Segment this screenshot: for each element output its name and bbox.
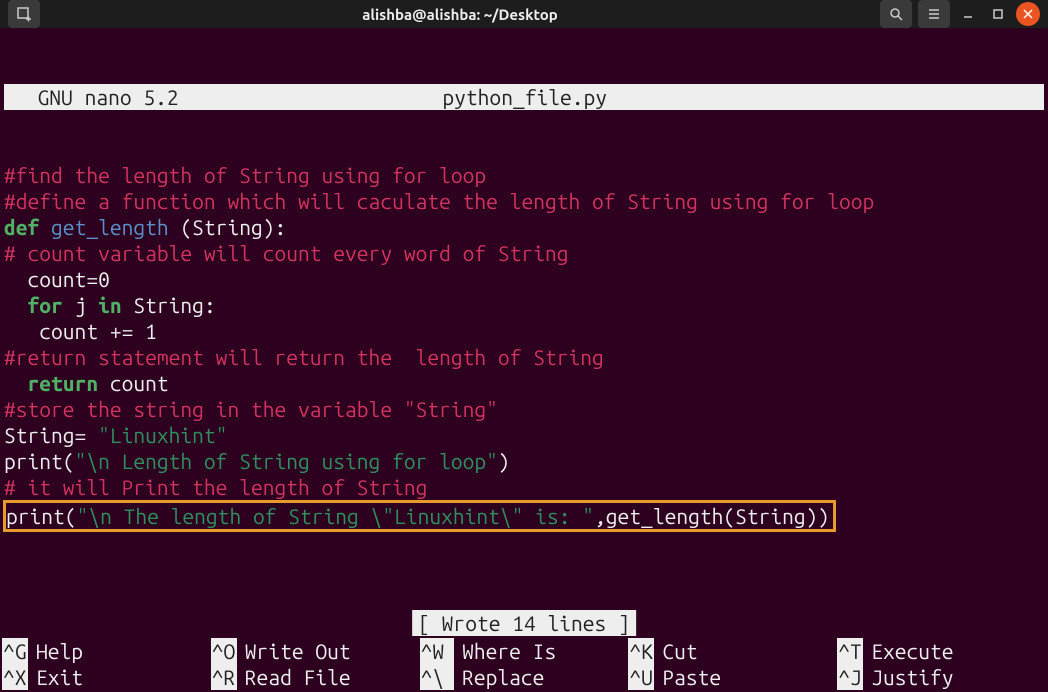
code-line: # it will Print the length of String [4, 475, 427, 499]
string-literal: "\n The length of String \"Linuxhint\" i… [77, 504, 594, 528]
shortcut-label: Execute [871, 638, 953, 664]
code-text: String= [4, 423, 98, 447]
keyword-for: for [28, 293, 63, 317]
code-line: count=0 [4, 267, 110, 291]
shortcut-writeout: ^O Write Out [211, 638, 420, 664]
shortcut-key: ^U [628, 664, 654, 690]
shortcut-key: ^\ [420, 664, 455, 690]
nano-shortcuts: ^G Help ^O Write Out ^W Where Is ^K Cut ^T Ex… [0, 638, 1048, 690]
code-text: ,get_length(String)) [594, 504, 829, 528]
shortcut-justify: ^J Justify [837, 664, 1046, 690]
titlebar: alishba@alishba: ~/Desktop [0, 0, 1048, 28]
code-line: # count variable will count every word o… [4, 241, 568, 265]
code-line: #define a function which will caculate t… [4, 189, 874, 213]
shortcut-key: ^R [211, 664, 237, 690]
code-text: j [63, 293, 98, 317]
maximize-button[interactable] [986, 2, 1010, 26]
shortcut-help: ^G Help [2, 638, 211, 664]
shortcut-label: Exit [36, 664, 83, 690]
terminal-window: alishba@alishba: ~/Desktop GNU nano 5.2 … [0, 0, 1048, 674]
shortcut-label: Paste [662, 664, 721, 690]
minimize-button[interactable] [956, 2, 980, 26]
shortcut-key: ^G [2, 638, 28, 664]
code-text: print( [4, 449, 75, 473]
highlighted-line: print("\n The length of String \"Linuxhi… [3, 500, 836, 532]
code-text: count [98, 371, 169, 395]
code-text: String: [122, 293, 216, 317]
shortcut-exit: ^X Exit [2, 664, 211, 690]
shortcut-label: Help [36, 638, 83, 664]
shortcut-paste: ^U Paste [628, 664, 837, 690]
shortcut-whereis: ^W Where Is [420, 638, 629, 664]
shortcut-label: Replace [462, 664, 544, 690]
function-name: get_length [51, 215, 169, 239]
close-button[interactable] [1016, 2, 1040, 26]
shortcut-label: Read File [245, 664, 351, 690]
shortcut-label: Write Out [245, 638, 351, 664]
shortcut-cut: ^K Cut [628, 638, 837, 664]
shortcut-key: ^J [837, 664, 863, 690]
code-line: #store the string in the variable "Strin… [4, 397, 498, 421]
shortcut-label: Cut [662, 638, 697, 664]
nano-filename: python_file.py [442, 85, 607, 109]
code-text: (String): [169, 215, 287, 239]
shortcut-label: Where Is [462, 638, 556, 664]
code-text: print( [6, 504, 77, 528]
code-line: #return statement will return the length… [4, 345, 604, 369]
new-tab-button[interactable] [8, 0, 40, 28]
keyword-in: in [98, 293, 122, 317]
search-button[interactable] [880, 0, 912, 28]
code-line: #find the length of String using for loo… [4, 163, 486, 187]
code-text [4, 371, 28, 395]
shortcut-key: ^X [2, 664, 28, 690]
nano-status: [ Wrote 14 lines ] [412, 610, 636, 636]
shortcut-key: ^W [420, 638, 455, 664]
code-area: #find the length of String using for loo… [4, 162, 1044, 532]
code-text: ) [498, 449, 510, 473]
menu-button[interactable] [918, 0, 950, 28]
terminal-content[interactable]: GNU nano 5.2 python_file.py #find the le… [0, 28, 1048, 692]
string-literal: "\n Length of String using for loop" [75, 449, 498, 473]
shortcut-readfile: ^R Read File [211, 664, 420, 690]
code-line: count += 1 [4, 319, 157, 343]
string-literal: "Linuxhint" [98, 423, 227, 447]
code-text [4, 293, 28, 317]
shortcut-key: ^O [211, 638, 237, 664]
shortcut-key: ^K [628, 638, 654, 664]
window-title: alishba@alishba: ~/Desktop [40, 6, 880, 23]
shortcut-execute: ^T Execute [837, 638, 1046, 664]
shortcut-key: ^T [837, 638, 863, 664]
shortcut-label: Justify [871, 664, 953, 690]
nano-app-name: GNU nano 5.2 [38, 85, 179, 109]
keyword-def: def [4, 215, 39, 239]
nano-header: GNU nano 5.2 python_file.py [4, 84, 1044, 110]
keyword-return: return [28, 371, 99, 395]
shortcut-replace: ^\ Replace [420, 664, 629, 690]
